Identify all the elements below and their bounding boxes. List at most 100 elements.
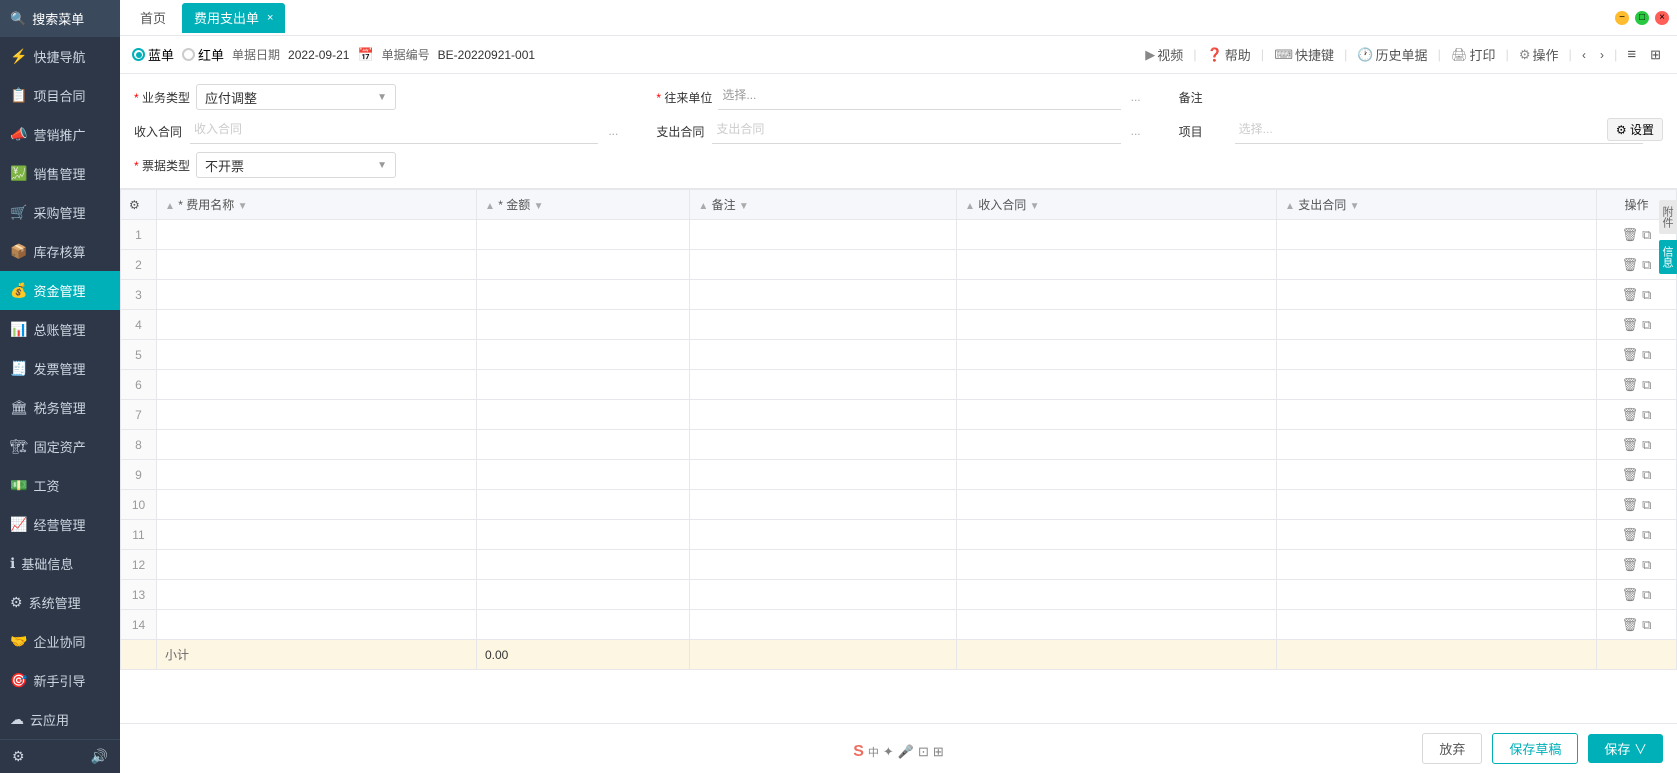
row-1-expense-contract[interactable] (1276, 220, 1596, 250)
row-7-delete-icon[interactable]: 🗑 (1622, 407, 1639, 423)
row-3-amount[interactable] (477, 280, 690, 310)
row-7-copy-icon[interactable]: ⧉ (1642, 407, 1651, 423)
row-3-expense-name[interactable] (157, 280, 477, 310)
row-14-income-contract[interactable] (956, 610, 1276, 640)
income-contract-dots[interactable]: ... (608, 124, 618, 138)
row-7-income-contract[interactable] (956, 400, 1276, 430)
nav-next[interactable]: › (1596, 46, 1608, 64)
sidebar-item-marketing[interactable]: 📣营销推广 (0, 115, 120, 154)
col-settings[interactable]: ⚙ (121, 190, 157, 220)
row-4-remark[interactable] (690, 310, 957, 340)
row-10-amount[interactable] (477, 490, 690, 520)
col-remark-sort-up[interactable]: ▲ (698, 201, 708, 212)
row-1-income-contract[interactable] (956, 220, 1276, 250)
row-12-income-contract[interactable] (956, 550, 1276, 580)
row-8-delete-icon[interactable]: 🗑 (1622, 437, 1639, 453)
col-income-sort-down[interactable]: ▼ (1030, 201, 1040, 212)
row-4-expense-contract[interactable] (1276, 310, 1596, 340)
row-7-amount[interactable] (477, 400, 690, 430)
action-operations[interactable]: ⚙ 操作 (1515, 43, 1563, 66)
row-13-expense-contract[interactable] (1276, 580, 1596, 610)
row-10-remark[interactable] (690, 490, 957, 520)
action-print[interactable]: 🖨 打印 (1447, 43, 1500, 66)
row-12-expense-contract[interactable] (1276, 550, 1596, 580)
sidebar-item-project-contract[interactable]: 📋项目合同 (0, 76, 120, 115)
row-13-amount[interactable] (477, 580, 690, 610)
row-5-delete-icon[interactable]: 🗑 (1622, 347, 1639, 363)
row-10-expense-name[interactable] (157, 490, 477, 520)
row-7-expense-contract[interactable] (1276, 400, 1596, 430)
row-12-amount[interactable] (477, 550, 690, 580)
action-video[interactable]: ▶ 视频 (1141, 43, 1187, 66)
sidebar-item-sales[interactable]: 💹销售管理 (0, 154, 120, 193)
sidebar-item-invoice[interactable]: 🧾发票管理 (0, 349, 120, 388)
row-14-expense-contract[interactable] (1276, 610, 1596, 640)
row-3-delete-icon[interactable]: 🗑 (1622, 287, 1639, 303)
attachment-button[interactable]: 附件 (1659, 200, 1677, 234)
row-9-expense-name[interactable] (157, 460, 477, 490)
row-13-expense-name[interactable] (157, 580, 477, 610)
row-3-income-contract[interactable] (956, 280, 1276, 310)
col-expense-name-sort-up[interactable]: ▲ (165, 201, 175, 212)
row-11-amount[interactable] (477, 520, 690, 550)
nav-prev[interactable]: ‹ (1578, 46, 1590, 64)
row-3-remark[interactable] (690, 280, 957, 310)
action-history[interactable]: 🕐 历史单据 (1353, 43, 1431, 66)
row-6-remark[interactable] (690, 370, 957, 400)
row-6-income-contract[interactable] (956, 370, 1276, 400)
row-6-amount[interactable] (477, 370, 690, 400)
row-9-copy-icon[interactable]: ⧉ (1642, 467, 1651, 483)
row-2-copy-icon[interactable]: ⧉ (1642, 257, 1651, 273)
info-button[interactable]: 信息 (1659, 240, 1677, 274)
view-list-icon[interactable]: ≡ (1623, 44, 1640, 65)
tab-home[interactable]: 首页 (128, 3, 178, 33)
col-remark-sort-down[interactable]: ▼ (739, 201, 749, 212)
set-button[interactable]: ⚙ 设置 (1607, 118, 1663, 141)
expense-contract-input[interactable]: 支出合同 (712, 118, 1120, 144)
row-8-amount[interactable] (477, 430, 690, 460)
sidebar-item-tax[interactable]: 🏛税务管理 (0, 388, 120, 427)
sidebar-item-enterprise[interactable]: 🤝企业协同 (0, 622, 120, 661)
row-1-delete-icon[interactable]: 🗑 (1622, 227, 1639, 243)
row-2-remark[interactable] (690, 250, 957, 280)
row-14-delete-icon[interactable]: 🗑 (1622, 617, 1639, 633)
audio-icon[interactable]: 🔊 (91, 748, 108, 765)
col-income-sort-up[interactable]: ▲ (965, 201, 975, 212)
row-14-remark[interactable] (690, 610, 957, 640)
row-2-expense-contract[interactable] (1276, 250, 1596, 280)
row-9-remark[interactable] (690, 460, 957, 490)
sidebar-item-guide[interactable]: 🎯新手引导 (0, 661, 120, 700)
income-contract-input[interactable]: 收入合同 (190, 118, 598, 144)
row-6-copy-icon[interactable]: ⧉ (1642, 377, 1651, 393)
row-8-remark[interactable] (690, 430, 957, 460)
row-6-expense-name[interactable] (157, 370, 477, 400)
row-9-expense-contract[interactable] (1276, 460, 1596, 490)
row-7-remark[interactable] (690, 400, 957, 430)
row-2-amount[interactable] (477, 250, 690, 280)
counterpart-input[interactable]: 选择... (718, 84, 1120, 110)
row-4-amount[interactable] (477, 310, 690, 340)
action-help[interactable]: ❓ 帮助 (1203, 43, 1255, 66)
save-draft-button[interactable]: 保存草稿 (1492, 733, 1578, 764)
row-13-remark[interactable] (690, 580, 957, 610)
sidebar-item-ledger[interactable]: 📊总账管理 (0, 310, 120, 349)
close-button[interactable]: × (1655, 11, 1669, 25)
project-input[interactable]: 选择... (1235, 118, 1643, 144)
row-14-amount[interactable] (477, 610, 690, 640)
row-3-expense-contract[interactable] (1276, 280, 1596, 310)
row-11-expense-contract[interactable] (1276, 520, 1596, 550)
sidebar-item-fixed-assets[interactable]: 🏗固定资产 (0, 427, 120, 466)
row-13-delete-icon[interactable]: 🗑 (1622, 587, 1639, 603)
abandon-button[interactable]: 放弃 (1422, 733, 1482, 764)
settings-icon[interactable]: ⚙ (12, 748, 25, 765)
tab-expense-close[interactable]: × (267, 12, 273, 24)
sidebar-item-cloud[interactable]: ☁云应用 (0, 700, 120, 739)
row-13-income-contract[interactable] (956, 580, 1276, 610)
row-2-expense-name[interactable] (157, 250, 477, 280)
radio-red[interactable]: 红单 (182, 45, 224, 64)
row-10-copy-icon[interactable]: ⧉ (1642, 497, 1651, 513)
invoice-type-select[interactable]: 不开票 ▼ (196, 152, 396, 178)
col-amount-sort-up[interactable]: ▲ (485, 201, 495, 212)
sidebar-item-salary[interactable]: 💵工资 (0, 466, 120, 505)
col-expense-sort-down[interactable]: ▼ (1350, 201, 1360, 212)
